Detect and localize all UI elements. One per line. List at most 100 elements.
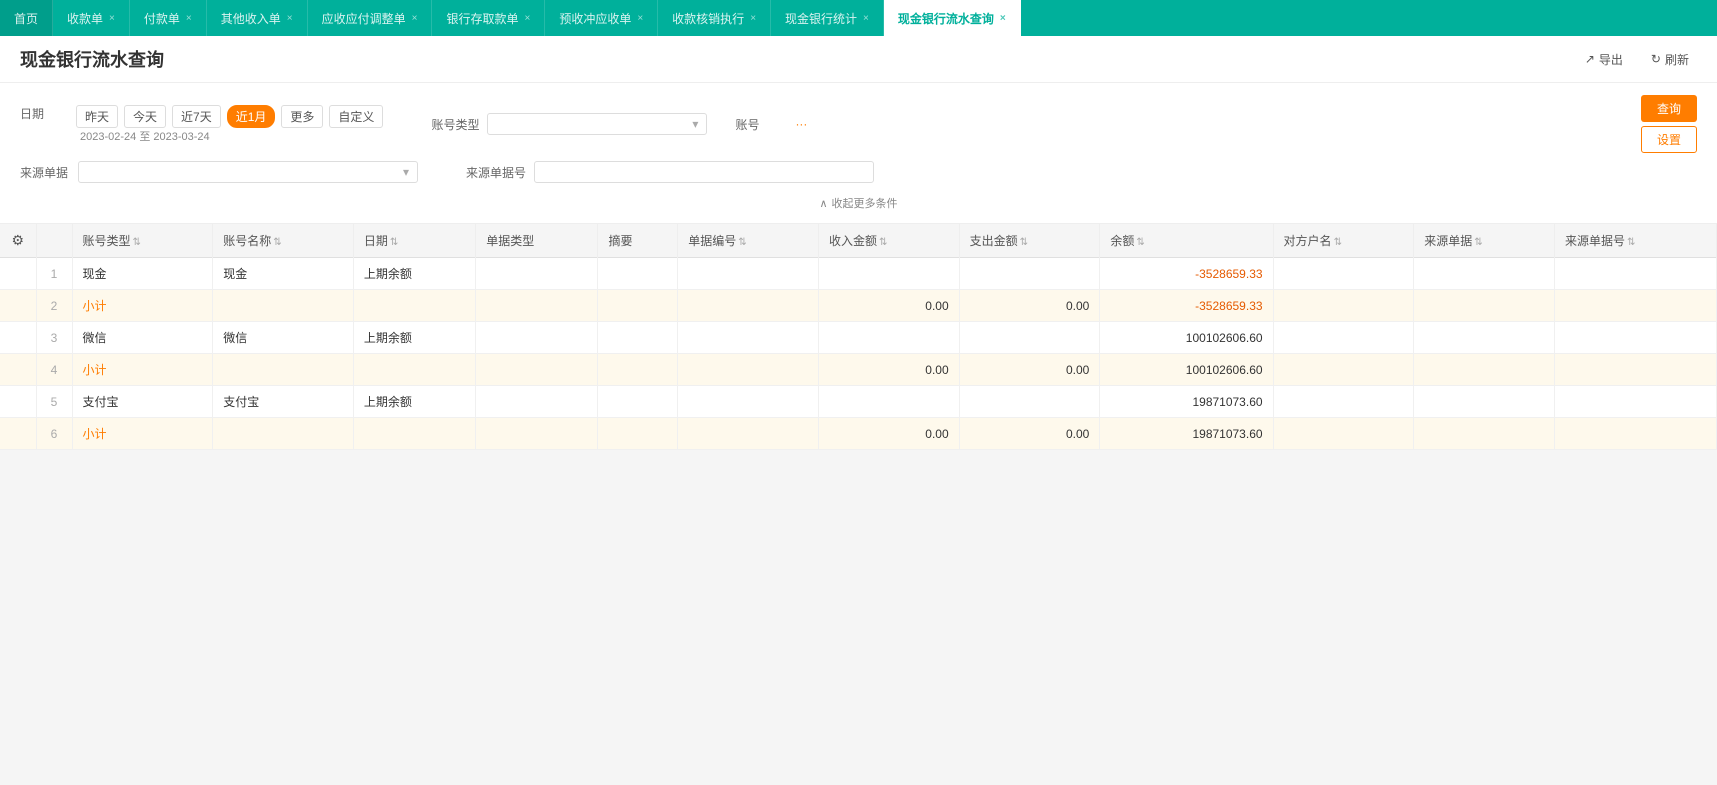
cell-expense-5 <box>959 386 1100 418</box>
row-settings-4 <box>0 354 36 386</box>
col-header-counterpart[interactable]: 对方户名⇅ <box>1273 224 1414 258</box>
cell-source_doc-3 <box>1414 322 1555 354</box>
cell-doc_no-4 <box>678 354 819 386</box>
sort-icon: ⇅ <box>273 237 281 248</box>
sort-icon: ⇅ <box>879 237 887 248</box>
col-header-balance[interactable]: 余额⇅ <box>1100 224 1273 258</box>
cell-counterpart-2 <box>1273 290 1414 322</box>
account-type-label: 账号类型 <box>431 116 481 133</box>
col-header-expense[interactable]: 支出金额⇅ <box>959 224 1100 258</box>
account-dots-button[interactable]: ··· <box>791 117 811 131</box>
close-icon-cash-bank-stat[interactable]: × <box>863 13 869 24</box>
cell-date-6 <box>353 418 475 450</box>
date-option-今天[interactable]: 今天 <box>124 105 166 128</box>
chevron-down-icon-2: ▾ <box>403 165 409 179</box>
cell-source_doc-6 <box>1414 418 1555 450</box>
cell-balance-3: 100102606.60 <box>1100 322 1273 354</box>
gear-icon[interactable]: ⚙ <box>11 232 24 248</box>
cell-doc_no-3 <box>678 322 819 354</box>
col-header-summary: 摘要 <box>598 224 678 258</box>
cell-expense-6: 0.00 <box>959 418 1100 450</box>
col-header-income[interactable]: 收入金额⇅ <box>818 224 959 258</box>
close-icon-cash-bank-flow[interactable]: × <box>1000 13 1006 24</box>
source-doc-select[interactable]: ▾ <box>78 161 418 183</box>
close-icon-prepay-offset[interactable]: × <box>637 13 643 24</box>
cell-account_type-2: 小计 <box>72 290 213 322</box>
cell-source_doc-4 <box>1414 354 1555 386</box>
close-icon-ar-ap-adjust[interactable]: × <box>412 13 418 24</box>
col-header-doc_no[interactable]: 单据编号⇅ <box>678 224 819 258</box>
nav-item-cash-bank-stat[interactable]: 现金银行统计× <box>771 0 884 36</box>
cell-doc_type-3 <box>476 322 598 354</box>
query-button[interactable]: 查询 <box>1641 95 1697 122</box>
nav-item-payment[interactable]: 付款单× <box>130 0 207 36</box>
refresh-icon: ↻ <box>1651 52 1661 66</box>
sort-icon: ⇅ <box>390 237 398 248</box>
cell-balance-5: 19871073.60 <box>1100 386 1273 418</box>
collapse-bar[interactable]: ∧ 收起更多条件 <box>20 191 1697 215</box>
sort-icon: ⇅ <box>738 237 746 248</box>
date-options: 昨天今天近7天近1月更多自定义 <box>76 105 383 128</box>
refresh-button[interactable]: ↻ 刷新 <box>1643 47 1697 72</box>
date-option-近7天[interactable]: 近7天 <box>172 105 221 128</box>
close-icon-payment[interactable]: × <box>186 13 192 24</box>
row-num-5: 5 <box>36 386 72 418</box>
close-icon-receipt-verify[interactable]: × <box>750 13 756 24</box>
cell-source_doc-5 <box>1414 386 1555 418</box>
col-header-source_doc[interactable]: 来源单据⇅ <box>1414 224 1555 258</box>
cell-account_name-4 <box>213 354 354 386</box>
top-navigation: 首页收款单×付款单×其他收入单×应收应付调整单×银行存取款单×预收冲应收单×收款… <box>0 0 1717 36</box>
row-settings-6 <box>0 418 36 450</box>
nav-item-home[interactable]: 首页 <box>0 0 53 36</box>
col-header-account_type[interactable]: 账号类型⇅ <box>72 224 213 258</box>
date-option-自定义[interactable]: 自定义 <box>329 105 383 128</box>
page-title: 现金银行流水查询 <box>20 46 164 72</box>
source-doc-no-input[interactable] <box>534 161 874 183</box>
nav-item-bank-deposit[interactable]: 银行存取款单× <box>432 0 545 36</box>
col-header-settings: ⚙ <box>0 224 36 258</box>
export-icon: ↗ <box>1585 52 1595 66</box>
export-button[interactable]: ↗ 导出 <box>1577 47 1631 72</box>
settings-button[interactable]: 设置 <box>1641 126 1697 153</box>
nav-item-ar-ap-adjust[interactable]: 应收应付调整单× <box>308 0 433 36</box>
date-option-近1月[interactable]: 近1月 <box>227 105 276 128</box>
cell-source_doc-2 <box>1414 290 1555 322</box>
nav-item-receipt-verify[interactable]: 收款核销执行× <box>658 0 771 36</box>
date-filter-label: 日期 <box>20 105 70 122</box>
date-option-更多[interactable]: 更多 <box>281 105 323 128</box>
row-settings-5 <box>0 386 36 418</box>
col-header-account_name[interactable]: 账号名称⇅ <box>213 224 354 258</box>
cell-income-2: 0.00 <box>818 290 959 322</box>
cell-expense-2: 0.00 <box>959 290 1100 322</box>
data-table-container: ⚙账号类型⇅账号名称⇅日期⇅单据类型摘要单据编号⇅收入金额⇅支出金额⇅余额⇅对方… <box>0 224 1717 450</box>
row-num-1: 1 <box>36 258 72 290</box>
sort-icon: ⇅ <box>1334 237 1342 248</box>
filter-area: 日期 昨天今天近7天近1月更多自定义 2023-02-24 至 2023-03-… <box>0 83 1717 224</box>
col-header-source_doc_no[interactable]: 来源单据号⇅ <box>1554 224 1716 258</box>
cell-account_name-2 <box>213 290 354 322</box>
cell-income-1 <box>818 258 959 290</box>
close-icon-bank-deposit[interactable]: × <box>524 13 530 24</box>
row-num-3: 3 <box>36 322 72 354</box>
nav-item-prepay-offset[interactable]: 预收冲应收单× <box>545 0 658 36</box>
cell-account_name-5: 支付宝 <box>213 386 354 418</box>
cell-summary-3 <box>598 322 678 354</box>
nav-item-other-income[interactable]: 其他收入单× <box>207 0 308 36</box>
date-option-昨天[interactable]: 昨天 <box>76 105 118 128</box>
account-type-select[interactable]: ▾ <box>487 113 707 135</box>
close-icon-other-income[interactable]: × <box>287 13 293 24</box>
cell-date-4 <box>353 354 475 386</box>
cell-account_type-6: 小计 <box>72 418 213 450</box>
close-icon-receipt[interactable]: × <box>109 13 115 24</box>
nav-item-cash-bank-flow[interactable]: 现金银行流水查询× <box>884 0 1021 36</box>
chevron-down-icon: ▾ <box>692 117 698 131</box>
filter-row-source: 来源单据 ▾ 来源单据号 <box>20 161 1697 183</box>
cell-account_type-1: 现金 <box>72 258 213 290</box>
cell-summary-2 <box>598 290 678 322</box>
row-settings-3 <box>0 322 36 354</box>
col-header-date[interactable]: 日期⇅ <box>353 224 475 258</box>
nav-item-receipt[interactable]: 收款单× <box>53 0 130 36</box>
cell-summary-5 <box>598 386 678 418</box>
cell-expense-3 <box>959 322 1100 354</box>
cell-source_doc_no-5 <box>1554 386 1716 418</box>
